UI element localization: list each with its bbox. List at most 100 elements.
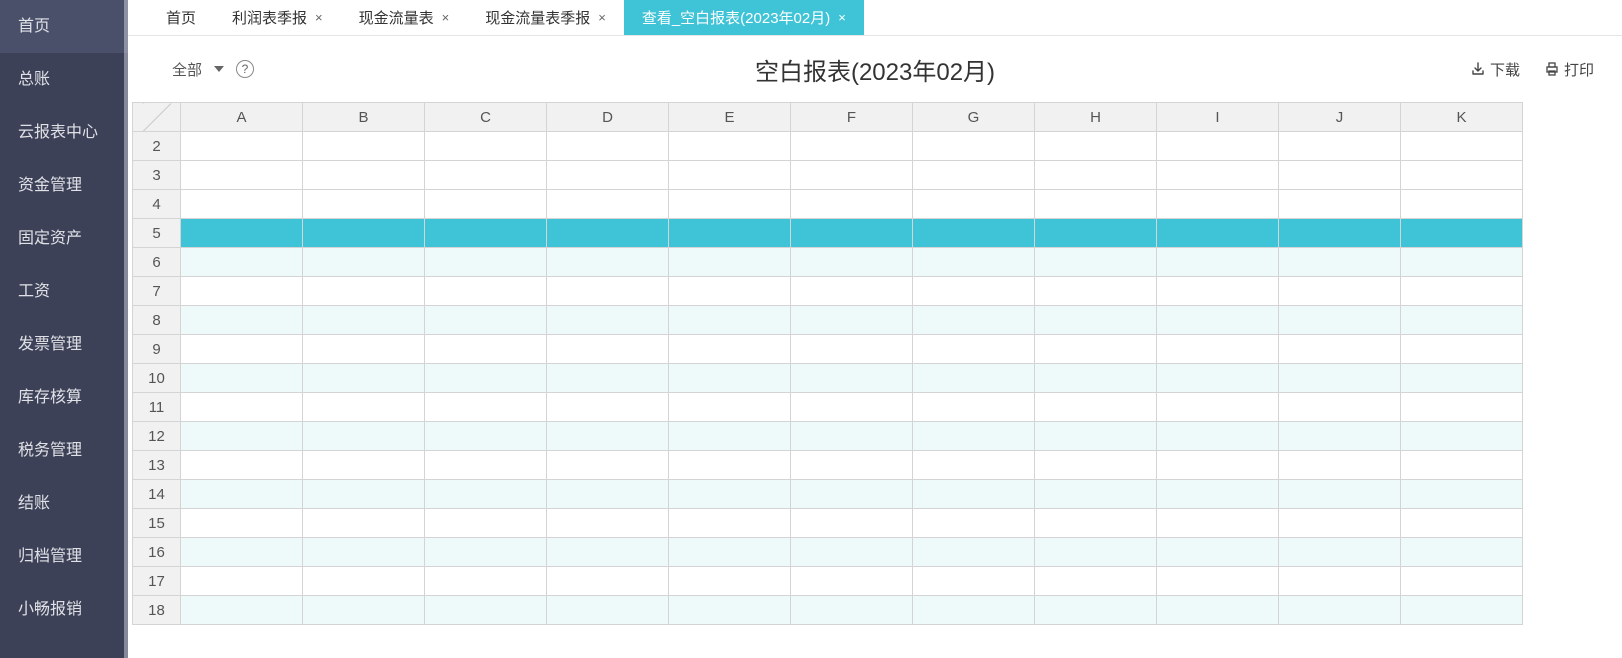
cell[interactable]	[303, 596, 425, 625]
column-header[interactable]: D	[547, 103, 669, 132]
cell[interactable]	[1401, 422, 1523, 451]
cell[interactable]	[1157, 306, 1279, 335]
cell[interactable]	[913, 277, 1035, 306]
cell[interactable]	[425, 277, 547, 306]
cell[interactable]	[1279, 509, 1401, 538]
cell[interactable]	[791, 190, 913, 219]
cell[interactable]	[547, 335, 669, 364]
cell[interactable]	[425, 190, 547, 219]
cell[interactable]	[547, 567, 669, 596]
cell[interactable]	[1157, 509, 1279, 538]
cell[interactable]	[181, 596, 303, 625]
row-header[interactable]: 12	[133, 422, 181, 451]
cell[interactable]	[1401, 480, 1523, 509]
cell[interactable]	[1401, 538, 1523, 567]
cell[interactable]	[1035, 393, 1157, 422]
cell[interactable]	[791, 219, 913, 248]
cell[interactable]	[791, 538, 913, 567]
cell[interactable]	[303, 567, 425, 596]
sidebar-item[interactable]: 结账	[0, 477, 128, 530]
row-header[interactable]: 4	[133, 190, 181, 219]
cell[interactable]	[1279, 161, 1401, 190]
row-header[interactable]: 5	[133, 219, 181, 248]
cell[interactable]	[425, 509, 547, 538]
cell[interactable]	[669, 422, 791, 451]
cell[interactable]	[913, 567, 1035, 596]
cell[interactable]	[913, 393, 1035, 422]
close-icon[interactable]: ×	[315, 10, 323, 25]
sidebar-item[interactable]: 工资	[0, 265, 128, 318]
cell[interactable]	[1279, 393, 1401, 422]
column-header[interactable]: K	[1401, 103, 1523, 132]
cell[interactable]	[669, 538, 791, 567]
cell[interactable]	[181, 567, 303, 596]
cell[interactable]	[791, 277, 913, 306]
row-header[interactable]: 2	[133, 132, 181, 161]
column-header[interactable]: H	[1035, 103, 1157, 132]
cell[interactable]	[1157, 451, 1279, 480]
cell[interactable]	[791, 335, 913, 364]
cell[interactable]	[547, 451, 669, 480]
cell[interactable]	[1279, 190, 1401, 219]
sidebar-item[interactable]: 小畅报销	[0, 583, 128, 636]
row-header[interactable]: 17	[133, 567, 181, 596]
column-header[interactable]: B	[303, 103, 425, 132]
cell[interactable]	[791, 393, 913, 422]
cell[interactable]	[669, 364, 791, 393]
cell[interactable]	[669, 509, 791, 538]
cell[interactable]	[1157, 161, 1279, 190]
cell[interactable]	[913, 451, 1035, 480]
cell[interactable]	[547, 248, 669, 277]
cell[interactable]	[669, 219, 791, 248]
cell[interactable]	[303, 132, 425, 161]
cell[interactable]	[669, 393, 791, 422]
column-header[interactable]: G	[913, 103, 1035, 132]
cell[interactable]	[1279, 306, 1401, 335]
cell[interactable]	[181, 190, 303, 219]
cell[interactable]	[1157, 132, 1279, 161]
close-icon[interactable]: ×	[598, 10, 606, 25]
cell[interactable]	[1035, 277, 1157, 306]
cell[interactable]	[1157, 422, 1279, 451]
cell[interactable]	[1035, 364, 1157, 393]
row-header[interactable]: 14	[133, 480, 181, 509]
cell[interactable]	[181, 219, 303, 248]
cell[interactable]	[1157, 277, 1279, 306]
cell[interactable]	[791, 161, 913, 190]
cell[interactable]	[1401, 161, 1523, 190]
cell[interactable]	[913, 364, 1035, 393]
tab[interactable]: 查看_空白报表(2023年02月)×	[624, 0, 864, 35]
print-button[interactable]: 打印	[1544, 59, 1594, 80]
cell[interactable]	[1279, 248, 1401, 277]
row-header[interactable]: 15	[133, 509, 181, 538]
tab[interactable]: 利润表季报×	[214, 0, 341, 35]
cell[interactable]	[1157, 538, 1279, 567]
cell[interactable]	[547, 190, 669, 219]
cell[interactable]	[669, 161, 791, 190]
cell[interactable]	[1279, 538, 1401, 567]
cell[interactable]	[913, 190, 1035, 219]
close-icon[interactable]: ×	[442, 10, 450, 25]
cell[interactable]	[791, 451, 913, 480]
sidebar-item[interactable]: 固定资产	[0, 212, 128, 265]
cell[interactable]	[669, 451, 791, 480]
cell[interactable]	[547, 393, 669, 422]
cell[interactable]	[1035, 509, 1157, 538]
column-header[interactable]: J	[1279, 103, 1401, 132]
cell[interactable]	[181, 480, 303, 509]
cell[interactable]	[1035, 567, 1157, 596]
sidebar-item[interactable]: 库存核算	[0, 371, 128, 424]
cell[interactable]	[1401, 509, 1523, 538]
cell[interactable]	[1035, 596, 1157, 625]
sidebar-item[interactable]: 归档管理	[0, 530, 128, 583]
row-header[interactable]: 6	[133, 248, 181, 277]
cell[interactable]	[303, 335, 425, 364]
cell[interactable]	[669, 596, 791, 625]
cell[interactable]	[181, 306, 303, 335]
cell[interactable]	[1035, 219, 1157, 248]
sidebar-item[interactable]: 发票管理	[0, 318, 128, 371]
cell[interactable]	[1401, 219, 1523, 248]
cell[interactable]	[1157, 248, 1279, 277]
cell[interactable]	[303, 219, 425, 248]
cell[interactable]	[1401, 277, 1523, 306]
